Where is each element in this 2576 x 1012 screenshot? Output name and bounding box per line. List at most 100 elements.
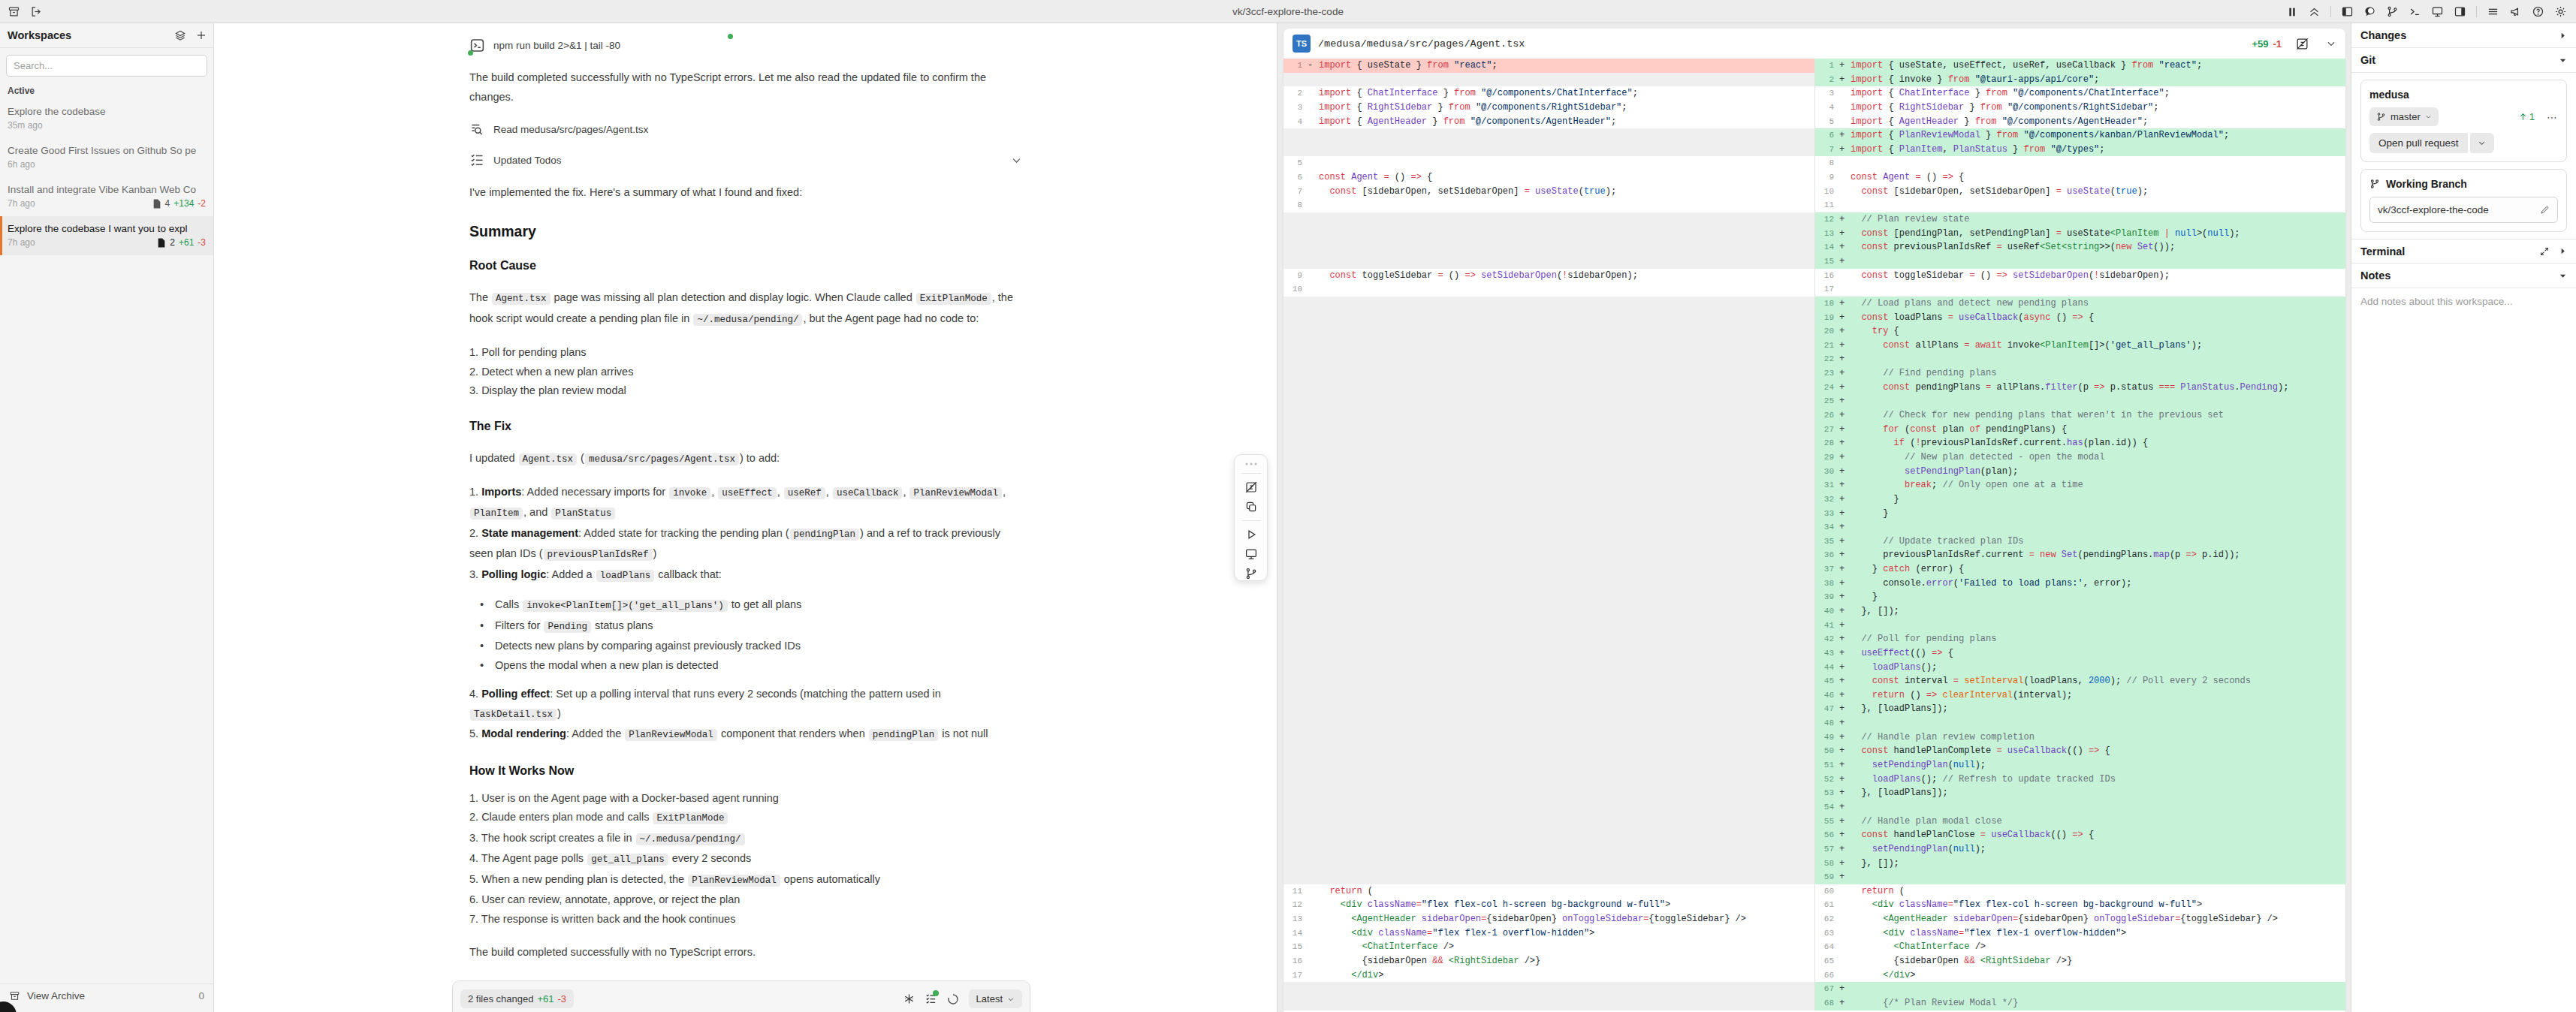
diff-line xyxy=(1283,394,1814,408)
branch-icon[interactable] xyxy=(2386,5,2399,18)
list-item: 2. State management: Added state for tra… xyxy=(469,524,1022,565)
panel-right-icon[interactable] xyxy=(2454,5,2466,18)
diff-line: 58+ }, []); xyxy=(1815,857,2345,871)
diff-line: 35+ // Update tracked plan IDs xyxy=(1815,535,2345,549)
chevron-down-icon xyxy=(2559,56,2567,65)
tool-call-row[interactable]: Read medusa/src/pages/Agent.tsx xyxy=(469,120,1022,138)
notes-placeholder[interactable]: Add notes about this workspace... xyxy=(2351,288,2576,315)
workspace-title: Explore the codebase xyxy=(8,106,206,117)
help-icon[interactable] xyxy=(2532,5,2544,18)
sign-out-icon[interactable] xyxy=(30,5,43,18)
todo-list-icon[interactable] xyxy=(925,992,937,1005)
workspace-item[interactable]: Explore the codebase I want you to expl7… xyxy=(0,216,213,255)
files-changed-badge[interactable]: 2 files changed +61 -3 xyxy=(460,989,574,1008)
menu-icon[interactable] xyxy=(2487,5,2499,18)
whitespace-toggle-icon[interactable] xyxy=(2295,37,2309,51)
chat-icon[interactable] xyxy=(2363,5,2376,18)
monitor-icon[interactable] xyxy=(1244,547,1258,561)
list-item: 4. Polling effect: Set up a polling inte… xyxy=(469,685,1022,724)
diff-line xyxy=(1283,577,1814,591)
diff-line xyxy=(1283,857,1814,871)
panel-left-icon[interactable] xyxy=(2341,5,2354,18)
terminal-section-header[interactable]: Terminal xyxy=(2351,239,2576,264)
diff-line xyxy=(1283,381,1814,395)
changes-section-header[interactable]: Changes xyxy=(2351,23,2576,48)
collapse-up-icon[interactable] xyxy=(2308,5,2321,18)
diff-line xyxy=(1283,520,1814,535)
diff-line: 61 <div className="flex flex-col h-scree… xyxy=(1815,898,2345,912)
notes-section-header[interactable]: Notes xyxy=(2351,264,2576,288)
changes-label: Changes xyxy=(2360,29,2559,41)
diff-line: 12 <div className="flex flex-col h-scree… xyxy=(1283,898,1814,912)
lines-removed: -3 xyxy=(558,993,567,1004)
diff-line: 40+ }, []); xyxy=(1815,604,2345,619)
git-label: Git xyxy=(2360,54,2559,66)
working-branch-input[interactable]: vk/3ccf-explore-the-code xyxy=(2369,197,2558,223)
diff-line: 13 <AgentHeader sidebarOpen={sidebarOpen… xyxy=(1283,912,1814,926)
workspace-item[interactable]: Create Good First Issues on Github So pe… xyxy=(0,138,213,177)
diff-line: 14 <div className="flex flex-1 overflow-… xyxy=(1283,926,1814,941)
diff-line: 46+ return () => clearInterval(interval)… xyxy=(1815,688,2345,703)
pause-icon[interactable] xyxy=(2286,6,2298,18)
workspace-item[interactable]: Install and integrate Vibe Kanban Web Co… xyxy=(0,177,213,216)
workspace-search[interactable] xyxy=(6,55,207,77)
list-item: 3. Display the plan review modal xyxy=(469,381,1022,401)
diff-line: 41+ xyxy=(1815,619,2345,633)
spark-icon[interactable] xyxy=(903,992,915,1005)
tool-call-row[interactable]: npm run build 2>&1 | tail -80 xyxy=(469,36,1022,54)
status-dot xyxy=(933,990,939,996)
terminal-prompt-icon[interactable] xyxy=(2409,5,2421,18)
diff-line xyxy=(1283,339,1814,353)
more-options-icon[interactable]: ⋯ xyxy=(2547,111,2558,123)
archive-icon xyxy=(9,990,20,1001)
drag-handle-icon[interactable] xyxy=(1244,462,1258,466)
diff-line: 65 {sidebarOpen && <RightSidebar />} xyxy=(1815,954,2345,968)
chevron-down-icon[interactable] xyxy=(1011,155,1022,166)
diff-line: 32+ } xyxy=(1815,492,2345,507)
diff-line: 3import { RightSidebar } from "@/compone… xyxy=(1283,101,1814,115)
branch-dropdown[interactable]: master xyxy=(2369,107,2439,126)
play-icon[interactable] xyxy=(1244,528,1258,541)
list-item: 1. User is on the Agent page with a Dock… xyxy=(469,789,1022,809)
chevron-down-icon xyxy=(2559,272,2567,280)
megaphone-icon[interactable] xyxy=(2509,5,2522,18)
search-input[interactable] xyxy=(6,55,207,77)
file-icon xyxy=(157,238,166,248)
workspace-item[interactable]: Explore the codebase35m ago xyxy=(0,99,213,138)
diff-line xyxy=(1283,800,1814,815)
git-section-header[interactable]: Git xyxy=(2351,48,2576,73)
diff-line: 33+ } xyxy=(1815,507,2345,521)
diff-line: 23+ // Find pending plans xyxy=(1815,366,2345,381)
branch-icon[interactable] xyxy=(1244,567,1258,580)
spinner-icon xyxy=(946,992,960,1006)
numbered-list: 4. Polling effect: Set up a polling inte… xyxy=(469,685,1022,745)
diff-line: 9const Agent = () => { xyxy=(1815,170,2345,185)
workspaces-sidebar: Workspaces Active Explore the codebase35… xyxy=(0,23,214,1012)
diff-line xyxy=(1283,128,1814,143)
view-archive-button[interactable]: View Archive 0 xyxy=(0,983,213,1001)
inline-code: useCallback xyxy=(833,487,903,499)
copy-icon[interactable] xyxy=(1244,500,1258,514)
diff-line: 37+ } catch (error) { xyxy=(1815,562,2345,577)
diff-line: 17 xyxy=(1815,282,2345,297)
diff-line: 6+import { PlanReviewModal } from "@/com… xyxy=(1815,128,2345,143)
open-pull-request-button[interactable]: Open pull request xyxy=(2369,133,2468,153)
monitor-icon[interactable] xyxy=(2431,5,2444,18)
collapse-diff-icon[interactable] xyxy=(2326,38,2336,49)
archive-icon[interactable] xyxy=(8,5,20,18)
list-item: 1. Imports: Added necessary imports for … xyxy=(469,483,1022,524)
layers-icon[interactable] xyxy=(174,29,186,41)
list-item: 2. Detect when a new plan arrives xyxy=(469,363,1022,382)
diff-line xyxy=(1283,408,1814,423)
typescript-file-icon: TS xyxy=(1293,35,1311,53)
diff-line xyxy=(1283,758,1814,773)
tool-call-row[interactable]: Updated Todos xyxy=(469,151,1022,169)
pr-options-button[interactable] xyxy=(2470,133,2494,153)
gear-icon[interactable] xyxy=(2554,5,2567,18)
latest-dropdown[interactable]: Latest xyxy=(969,989,1022,1008)
branch-name: master xyxy=(2390,111,2421,122)
diff-line xyxy=(1283,604,1814,619)
add-workspace-icon[interactable] xyxy=(195,29,207,41)
diff-line: 63 <div className="flex flex-1 overflow-… xyxy=(1815,926,2345,941)
whitespace-toggle-icon[interactable] xyxy=(1244,480,1258,494)
